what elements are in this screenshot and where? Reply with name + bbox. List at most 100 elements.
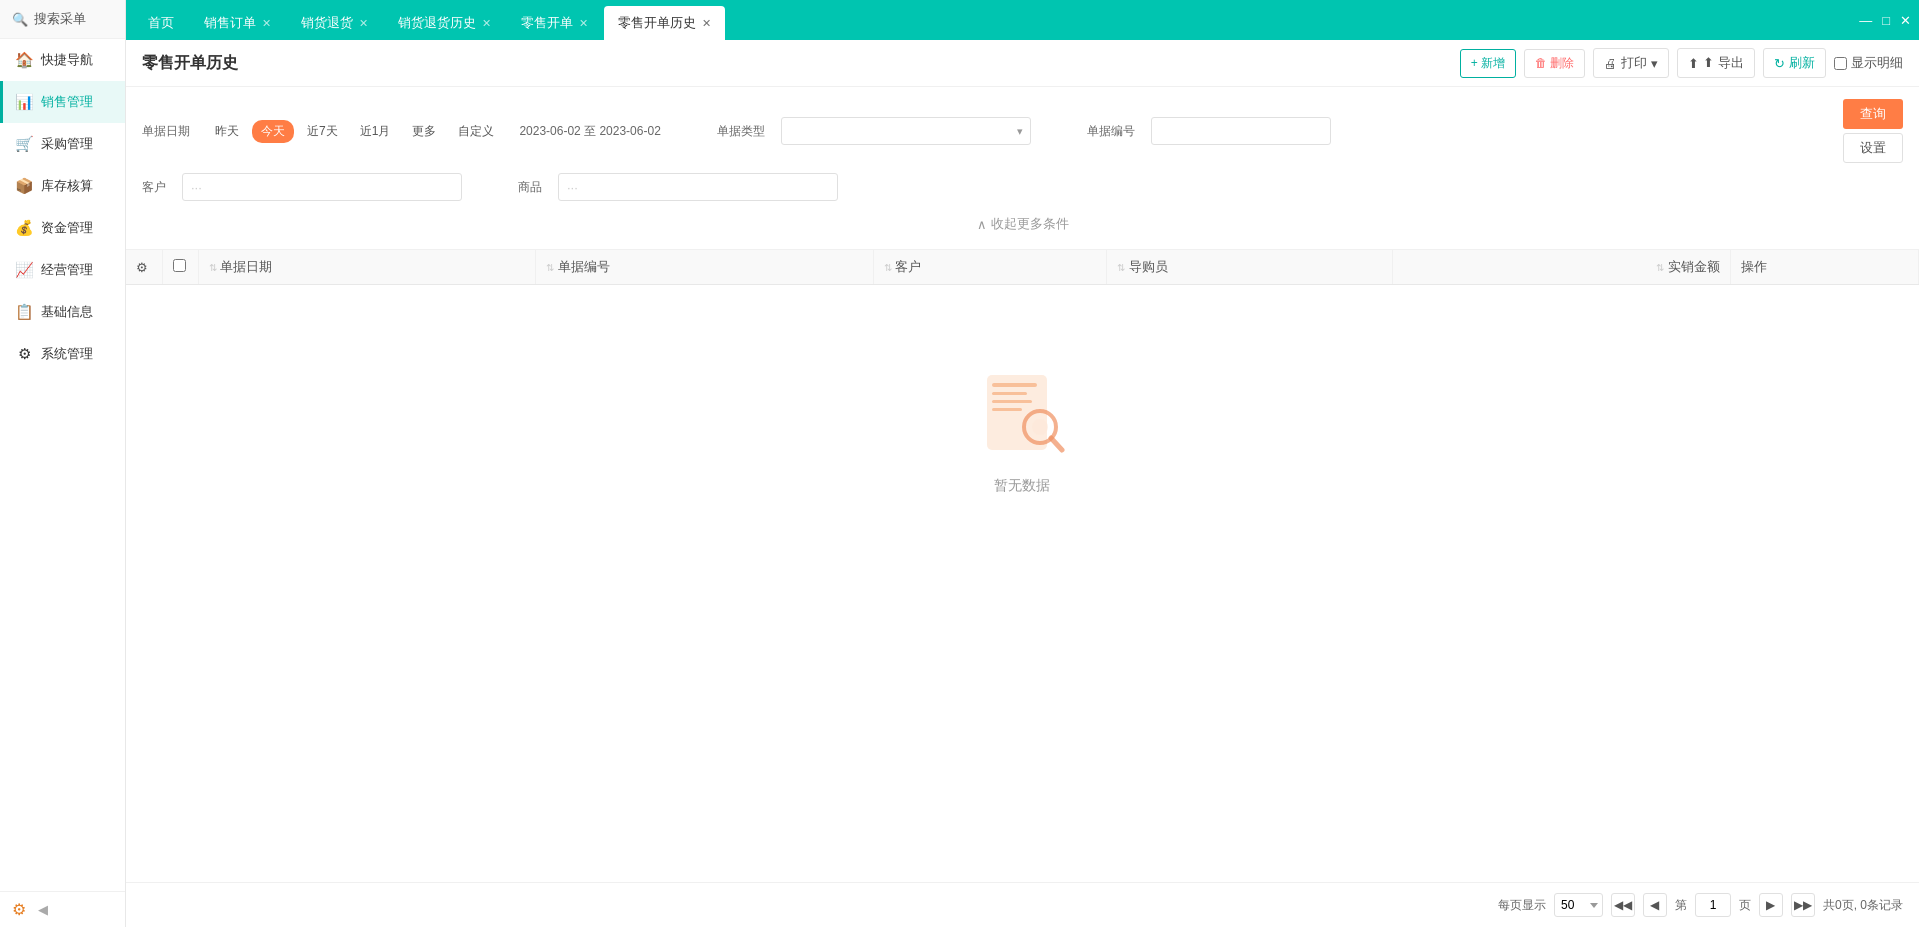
print-button[interactable]: 🖨 打印 ▾ (1593, 48, 1669, 78)
window-close-icon[interactable]: ✕ (1900, 13, 1911, 28)
nav-icon-inventory: 📦 (15, 177, 33, 195)
content-area: 零售开单历史 + 新增 🗑 删除 🖨 打印 ▾ ⬆ ⬆ 导出 ↻ 刷新 显示明细 (126, 40, 1919, 927)
nav-label-finance: 资金管理 (41, 219, 93, 237)
sidebar-search-label: 搜索采单 (34, 10, 86, 28)
th-docno-sort-icon[interactable]: ⇅ (546, 262, 554, 273)
nav-icon-purchase-mgmt: 🛒 (15, 135, 33, 153)
date-btn-1month[interactable]: 近1月 (351, 120, 400, 143)
th-amount: ⇅ 实销金额 (1393, 250, 1731, 285)
sidebar-item-operations[interactable]: 📈经营管理 (0, 249, 125, 291)
empty-state-row: 暂无数据 (126, 285, 1919, 536)
column-settings-icon[interactable]: ⚙ (136, 260, 148, 275)
th-amount-label: 实销金额 (1668, 259, 1720, 274)
th-guide: ⇅ 导购员 (1107, 250, 1393, 285)
tab-label-sales-return: 销货退货 (301, 14, 353, 32)
nav-label-base-info: 基础信息 (41, 303, 93, 321)
refresh-button[interactable]: ↻ 刷新 (1763, 48, 1826, 78)
tab-close-retail-open-history[interactable]: ✕ (702, 17, 711, 30)
customer-placeholder: ··· (191, 180, 453, 195)
first-page-button[interactable]: ◀◀ (1611, 893, 1635, 917)
product-input-wrapper[interactable]: ··· (558, 173, 838, 201)
nav-icon-quick-nav: 🏠 (15, 51, 33, 69)
page-label: 第 (1675, 897, 1687, 914)
show-detail-label: 显示明细 (1851, 54, 1903, 72)
tab-close-sales-order[interactable]: ✕ (262, 17, 271, 30)
last-page-button[interactable]: ▶▶ (1791, 893, 1815, 917)
delete-button[interactable]: 🗑 删除 (1524, 49, 1585, 78)
next-page-button[interactable]: ▶ (1759, 893, 1783, 917)
date-btn-today[interactable]: 今天 (252, 120, 294, 143)
table-body: 暂无数据 (126, 285, 1919, 536)
show-detail-checkbox[interactable] (1834, 57, 1847, 70)
per-page-select[interactable]: 50 20 100 200 (1554, 893, 1603, 917)
page-suffix: 页 (1739, 897, 1751, 914)
th-date: ⇅ 单据日期 (198, 250, 536, 285)
prev-page-button[interactable]: ◀ (1643, 893, 1667, 917)
doc-type-select[interactable] (781, 117, 1031, 145)
sidebar-item-purchase-mgmt[interactable]: 🛒 采购管理 (0, 123, 125, 165)
nav-label-quick-nav: 快捷导航 (41, 51, 93, 69)
th-amount-sort-icon[interactable]: ⇅ (1656, 262, 1664, 273)
th-customer: ⇅ 客户 (873, 250, 1107, 285)
collapse-sidebar-icon[interactable]: ◀ (38, 902, 48, 917)
svg-rect-4 (992, 408, 1022, 411)
th-date-sort-icon[interactable]: ⇅ (209, 262, 217, 273)
collapse-label: 收起更多条件 (991, 215, 1069, 233)
date-btn-yesterday[interactable]: 昨天 (206, 120, 248, 143)
sidebar-item-inventory[interactable]: 📦库存核算 (0, 165, 125, 207)
export-button[interactable]: ⬆ ⬆ 导出 (1677, 48, 1755, 78)
collapse-icon: ∧ (977, 217, 987, 232)
date-btn-7days[interactable]: 近7天 (298, 120, 347, 143)
sidebar-item-sales-mgmt[interactable]: 📊销售管理 (0, 81, 125, 123)
th-customer-sort-icon[interactable]: ⇅ (884, 262, 892, 273)
tab-close-sales-return[interactable]: ✕ (359, 17, 368, 30)
print-label: 打印 (1621, 54, 1647, 72)
th-guide-sort-icon[interactable]: ⇅ (1117, 262, 1125, 273)
collapse-filter-btn[interactable]: ∧ 收起更多条件 (142, 211, 1903, 237)
date-btn-more[interactable]: 更多 (403, 120, 445, 143)
new-button[interactable]: + 新增 (1460, 49, 1516, 78)
svg-point-7 (1032, 419, 1048, 435)
data-table: ⚙ ⇅ 单据日期 ⇅ 单据编号 (126, 250, 1919, 535)
doc-no-label: 单据编号 (1087, 123, 1135, 140)
sidebar-search[interactable]: 🔍 搜索采单 (0, 0, 125, 39)
page-number-input[interactable] (1695, 893, 1731, 917)
customer-label: 客户 (142, 179, 166, 196)
th-checkbox[interactable] (162, 250, 198, 285)
refresh-icon: ↻ (1774, 56, 1785, 71)
tab-home[interactable]: 首页 (134, 6, 188, 40)
product-label: 商品 (518, 179, 542, 196)
window-maximize-icon[interactable]: □ (1882, 13, 1890, 28)
customer-input-wrapper[interactable]: ··· (182, 173, 462, 201)
sidebar-item-quick-nav[interactable]: 🏠 快捷导航 (0, 39, 125, 81)
select-all-checkbox[interactable] (173, 259, 186, 272)
export-label: ⬆ 导出 (1703, 54, 1744, 72)
sidebar-item-base-info[interactable]: 📋基础信息 (0, 291, 125, 333)
query-button[interactable]: 查询 (1843, 99, 1903, 129)
print-dropdown-icon: ▾ (1651, 56, 1658, 71)
doc-type-label: 单据类型 (717, 123, 765, 140)
sidebar-item-system[interactable]: ⚙系统管理 (0, 333, 125, 375)
show-detail-toggle[interactable]: 显示明细 (1834, 54, 1903, 72)
tab-close-retail-open[interactable]: ✕ (579, 17, 588, 30)
filter-setting-button[interactable]: 设置 (1843, 133, 1903, 163)
nav-label-sales-mgmt: 销售管理 (41, 93, 93, 111)
th-date-label: 单据日期 (220, 259, 272, 274)
doc-no-input[interactable] (1151, 117, 1331, 145)
tab-sales-return[interactable]: 销货退货 ✕ (287, 6, 382, 40)
tab-retail-open[interactable]: 零售开单✕ (507, 6, 602, 40)
settings-icon[interactable]: ⚙ (12, 900, 26, 919)
nav-label-system: 系统管理 (41, 345, 93, 363)
nav-label-purchase-mgmt: 采购管理 (41, 135, 93, 153)
th-settings[interactable]: ⚙ (126, 250, 162, 285)
date-range-display: 2023-06-02 至 2023-06-02 (519, 123, 660, 140)
sidebar-item-finance[interactable]: 💰资金管理 (0, 207, 125, 249)
date-label: 单据日期 (142, 123, 190, 140)
date-btn-custom[interactable]: 自定义 (449, 120, 503, 143)
tab-sales-order[interactable]: 销售订单✕ (190, 6, 285, 40)
tab-sales-return-history[interactable]: 销货退货历史✕ (384, 6, 505, 40)
window-minimize-icon[interactable]: — (1859, 13, 1872, 28)
tab-retail-open-history[interactable]: 零售开单历史✕ (604, 6, 725, 40)
table-area: ⚙ ⇅ 单据日期 ⇅ 单据编号 (126, 250, 1919, 882)
tab-close-sales-return-history[interactable]: ✕ (482, 17, 491, 30)
